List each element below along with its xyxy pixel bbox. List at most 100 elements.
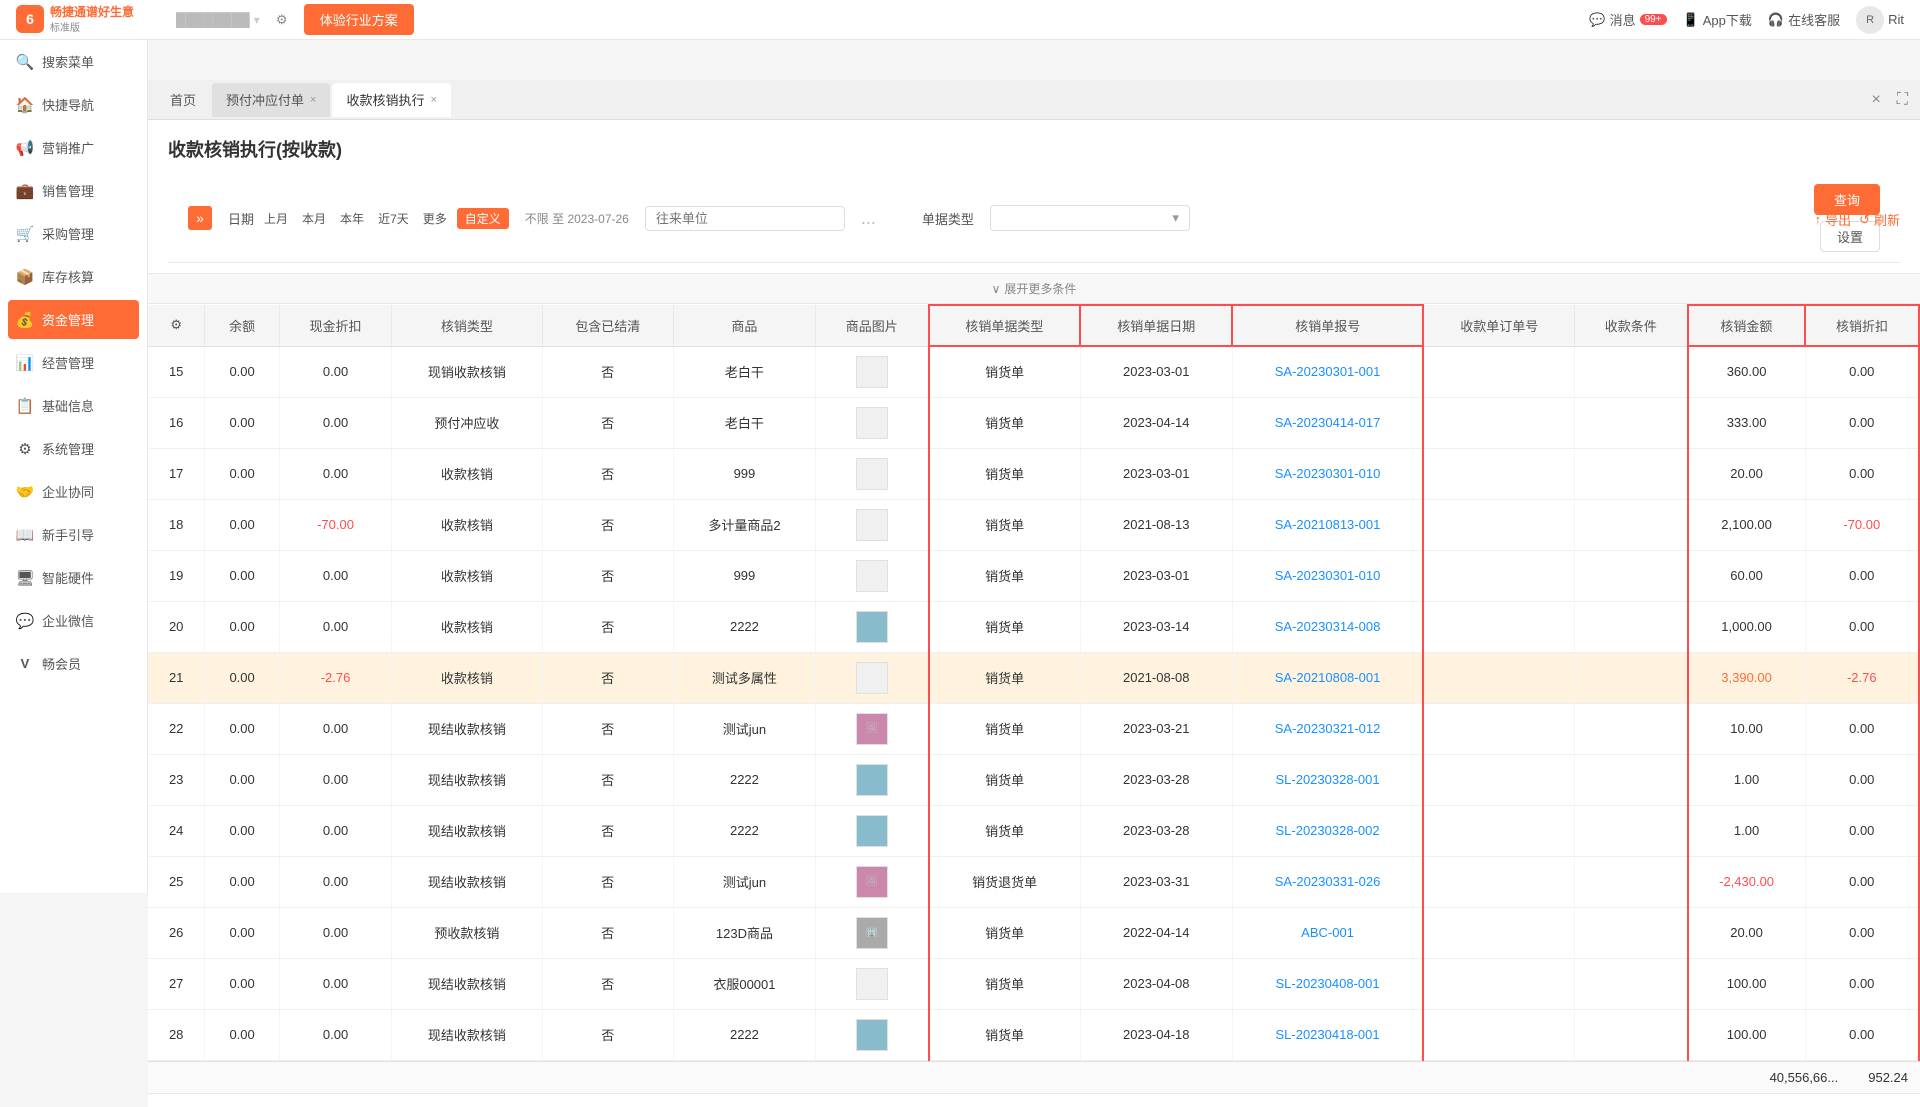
tab-cancel[interactable]: 收款核销执行 ×	[332, 83, 450, 117]
chevron-down-icon: ▾	[254, 13, 260, 27]
cell-cancel-doc-no[interactable]: SL-20230328-002	[1232, 805, 1423, 856]
cell-cancel-doc-date: 2023-03-28	[1080, 805, 1232, 856]
cell-cancel-doc-no[interactable]: ABC-001	[1232, 907, 1423, 958]
user-area[interactable]: R Rit	[1856, 6, 1904, 34]
cell-cancel-doc-date: 2023-03-21	[1080, 703, 1232, 754]
date-range-text: 不限 至 2023-07-26	[525, 210, 629, 227]
cell-cancel-discount: 0.00	[1805, 397, 1919, 448]
cell-cancel-doc-no[interactable]: SL-20230408-001	[1232, 958, 1423, 1009]
sidebar-item-nav[interactable]: 🏠 快捷导航	[0, 83, 147, 126]
sidebar-item-system[interactable]: ⚙ 系统管理	[0, 427, 147, 470]
guide-icon: 📖	[16, 526, 34, 544]
sidebar-item-sales[interactable]: 💼 销售管理	[0, 169, 147, 212]
date-last-month[interactable]: 上月	[260, 208, 292, 229]
inventory-icon: 📦	[16, 268, 34, 286]
table-body: 150.000.00现销收款核销否老白干销货单2023-03-01SA-2023…	[148, 346, 1919, 1060]
col-header-include-settled: 包含已结清	[542, 305, 673, 346]
sidebar-item-wechat[interactable]: 💬 企业微信	[0, 599, 147, 642]
messages-button[interactable]: 💬 消息 99+	[1589, 10, 1666, 29]
sidebar-item-marketing[interactable]: 📢 营销推广	[0, 126, 147, 169]
date-this-month[interactable]: 本月	[298, 208, 330, 229]
app-download-button[interactable]: 📱 App下载	[1683, 10, 1752, 29]
sidebar-item-label: 采购管理	[42, 224, 94, 243]
from-unit-input[interactable]	[645, 206, 845, 231]
close-tab-button[interactable]: ×	[1867, 87, 1884, 113]
cell-cancel-type: 现结收款核销	[392, 703, 542, 754]
sidebar-item-vip[interactable]: V 畅会员	[0, 642, 147, 685]
tab-prepay[interactable]: 预付冲应付单 ×	[212, 83, 330, 117]
gear-button[interactable]: ⚙	[268, 6, 296, 34]
cell-cancel-doc-no[interactable]: SA-20210808-001	[1232, 652, 1423, 703]
cell-goods-img	[815, 958, 928, 1009]
sidebar-item-inventory[interactable]: 📦 库存核算	[0, 255, 147, 298]
cell-cancel-doc-no[interactable]: SA-20230301-010	[1232, 550, 1423, 601]
cell-receipt-order-no	[1423, 856, 1574, 907]
col-header-settings[interactable]: ⚙	[148, 305, 205, 346]
finance-icon: 💰	[16, 311, 34, 329]
cell-cash-discount: 0.00	[279, 397, 391, 448]
cell-cancel-doc-no[interactable]: SA-20230321-012	[1232, 703, 1423, 754]
cell-receipt-order-no	[1423, 703, 1574, 754]
refresh-button[interactable]: ↺ 刷新	[1859, 210, 1900, 229]
sidebar-item-label: 新手引导	[42, 525, 94, 544]
maximize-button[interactable]: ⛶	[1893, 87, 1912, 113]
company-selector[interactable]: ████████ ▾	[176, 12, 260, 27]
cell-cancel-doc-no[interactable]: SA-20230314-008	[1232, 601, 1423, 652]
date-custom-button[interactable]: 自定义	[457, 208, 509, 229]
tab-close-button[interactable]: ×	[310, 94, 316, 106]
cell-cancel-type: 收款核销	[392, 601, 542, 652]
cell-cancel-amount: 333.00	[1688, 397, 1805, 448]
cell-balance: 0.00	[205, 448, 279, 499]
cell-cancel-doc-no[interactable]: SA-20230331-026	[1232, 856, 1423, 907]
table-row: 270.000.00现结收款核销否衣服00001销货单2023-04-08SL-…	[148, 958, 1919, 1009]
chevron-down-icon: ▾	[1172, 210, 1179, 226]
single-type-select[interactable]: ▾	[990, 205, 1190, 231]
page-header: 收款核销执行(按收款) ↑ 导出 ↺ 刷新 » 日期 上月 本月 本年 近7天	[148, 120, 1920, 274]
cell-cancel-doc-type: 销货单	[929, 448, 1081, 499]
horizontal-scrollbar[interactable]	[148, 1093, 1920, 1107]
sidebar-item-purchase[interactable]: 🛒 采购管理	[0, 212, 147, 255]
cell-cash-discount: 0.00	[279, 1009, 391, 1060]
table-row: 180.00-70.00收款核销否多计量商品2销货单2021-08-13SA-2…	[148, 499, 1919, 550]
sidebar-item-basic[interactable]: 📋 基础信息	[0, 384, 147, 427]
tab-home[interactable]: 首页	[156, 83, 210, 117]
cell-cancel-doc-no[interactable]: SL-20230418-001	[1232, 1009, 1423, 1060]
filter-toggle-button[interactable]: »	[188, 206, 212, 230]
date-filter-group: 日期 上月 本月 本年 近7天 更多 自定义	[228, 208, 509, 229]
cell-cancel-type: 收款核销	[392, 499, 542, 550]
cell-cancel-discount: 0.00	[1805, 754, 1919, 805]
date-this-year[interactable]: 本年	[336, 208, 368, 229]
cell-cancel-type: 现结收款核销	[392, 1009, 542, 1060]
sidebar-item-label: 库存核算	[42, 267, 94, 286]
cell-cancel-amount: 100.00	[1688, 1009, 1805, 1060]
cell-goods: 多计量商品2	[673, 499, 815, 550]
hardware-icon: 🖥	[16, 569, 34, 587]
online-service-button[interactable]: 🎧 在线客服	[1768, 10, 1840, 29]
sidebar-item-search[interactable]: 🔍 搜索菜单	[0, 40, 147, 83]
sidebar-item-label: 企业微信	[42, 611, 94, 630]
sidebar-item-guide[interactable]: 📖 新手引导	[0, 513, 147, 556]
vip-icon: V	[16, 655, 34, 673]
sidebar-item-business[interactable]: 📊 经营管理	[0, 341, 147, 384]
date-7days[interactable]: 近7天	[374, 208, 413, 229]
cell-cancel-doc-no[interactable]: SA-20210813-001	[1232, 499, 1423, 550]
cell-cancel-doc-type: 销货单	[929, 1009, 1081, 1060]
export-button[interactable]: ↑ 导出	[1815, 210, 1852, 229]
sidebar-item-finance[interactable]: 💰 资金管理	[8, 300, 139, 339]
cell-goods: 测试jun	[673, 856, 815, 907]
cell-goods: 2222	[673, 1009, 815, 1060]
tab-close-button[interactable]: ×	[430, 94, 436, 106]
purchase-icon: 🛒	[16, 225, 34, 243]
cell-goods-img	[815, 652, 928, 703]
date-more[interactable]: 更多	[419, 208, 451, 229]
cell-cancel-doc-no[interactable]: SA-20230414-017	[1232, 397, 1423, 448]
col-header-cancel-amount: 核销金额	[1688, 305, 1805, 346]
col-header-receipt-condition: 收款条件	[1574, 305, 1687, 346]
cell-cancel-doc-no[interactable]: SA-20230301-010	[1232, 448, 1423, 499]
expand-more-button[interactable]: ∨ 展开更多条件	[992, 280, 1077, 297]
industry-button[interactable]: 体验行业方案	[304, 4, 414, 35]
sidebar-item-corp[interactable]: 🤝 企业协同	[0, 470, 147, 513]
sidebar-item-hardware[interactable]: 🖥 智能硬件	[0, 556, 147, 599]
cell-cancel-doc-no[interactable]: SL-20230328-001	[1232, 754, 1423, 805]
cell-cancel-doc-no[interactable]: SA-20230301-001	[1232, 346, 1423, 397]
